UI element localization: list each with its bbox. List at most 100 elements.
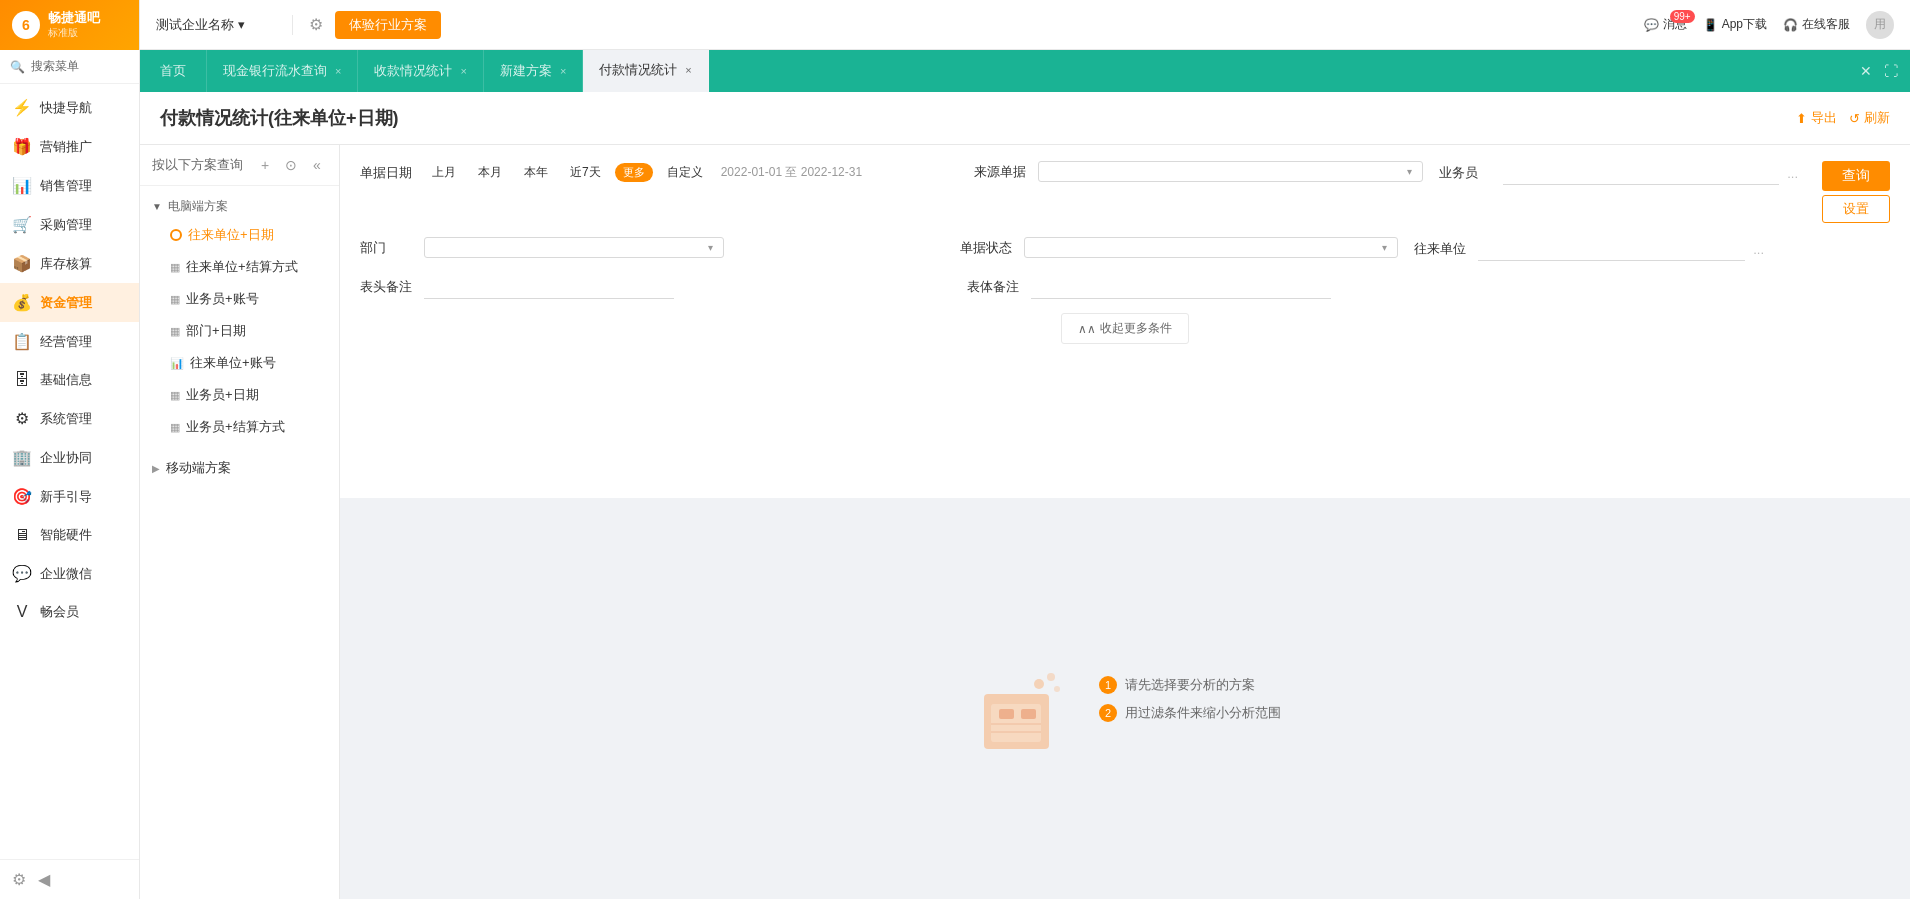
topbar-right: 💬 消息 99+ 📱 App下载 🎧 在线客服 用 — [1644, 11, 1894, 39]
company-selector[interactable]: 测试企业名称 ▾ — [156, 16, 276, 34]
partner-input[interactable] — [1478, 237, 1745, 261]
sidebar-item-xinshou[interactable]: 🎯新手引导 — [0, 477, 139, 516]
online-service-btn[interactable]: 🎧 在线客服 — [1783, 16, 1850, 33]
filter-row-1: 单据日期 上月 本月 本年 近7天 更多 自定义 2022-01-01 至 20… — [360, 161, 1890, 223]
scheme-header-icons: + ⊙ « — [255, 155, 327, 175]
tab-fullscreen-icon[interactable]: ⛶ — [1884, 63, 1898, 79]
scheme-item-lw-settle[interactable]: ▦ 往来单位+结算方式 — [140, 251, 339, 283]
scheme-panel: 按以下方案查询 + ⊙ « ▼ 电脑端方案 往来单位+日期 — [140, 145, 340, 899]
scheme-item-dept-date-icon: ▦ — [170, 325, 180, 338]
scheme-item-dept-date[interactable]: ▦ 部门+日期 — [140, 315, 339, 347]
logo-text-group: 畅捷通吧 标准版 — [48, 10, 100, 40]
scheme-collapse-btn[interactable]: « — [307, 155, 327, 175]
settings-footer-icon[interactable]: ⚙ — [12, 870, 26, 889]
empty-hint-1: 1 请先选择要分析的方案 — [1099, 676, 1281, 694]
sidebar-item-jingying[interactable]: 📋经营管理 — [0, 322, 139, 361]
page-content: 付款情况统计(往来单位+日期) ⬆ 导出 ↺ 刷新 按以下方案查询 — [140, 92, 1910, 899]
scheme-item-lw-acct[interactable]: 📊 往来单位+账号 — [140, 347, 339, 379]
mobile-scheme-section[interactable]: ▶ 移动端方案 — [140, 451, 339, 485]
dept-select[interactable]: ▾ — [424, 237, 724, 258]
scheme-item-dept-date-label: 部门+日期 — [186, 322, 246, 340]
query-btn[interactable]: 查询 — [1822, 161, 1890, 191]
sidebar-item-kucun[interactable]: 📦库存核算 — [0, 244, 139, 283]
right-panel: 单据日期 上月 本月 本年 近7天 更多 自定义 2022-01-01 至 20… — [340, 145, 1910, 899]
scheme-item-lw-date[interactable]: 往来单位+日期 — [140, 219, 339, 251]
filter-panel: 单据日期 上月 本月 本年 近7天 更多 自定义 2022-01-01 至 20… — [340, 145, 1910, 498]
topbar-divider — [292, 15, 293, 35]
user-avatar[interactable]: 用 — [1866, 11, 1894, 39]
date-opt-this-month[interactable]: 本月 — [470, 161, 510, 184]
sidebar-icon-jingying: 📋 — [12, 332, 32, 351]
date-opt-7days[interactable]: 近7天 — [562, 161, 609, 184]
page-header: 付款情况统计(往来单位+日期) ⬆ 导出 ↺ 刷新 — [140, 92, 1910, 145]
sidebar-item-kuaijie[interactable]: ⚡快捷导航 — [0, 88, 139, 127]
sidebar-icon-jichu: 🗄 — [12, 371, 32, 389]
body-note-input[interactable] — [1031, 275, 1331, 299]
date-opt-more[interactable]: 更多 — [615, 163, 653, 182]
sidebar-item-jichu[interactable]: 🗄 基础信息 — [0, 361, 139, 399]
source-doc-label: 来源单据 — [974, 163, 1030, 181]
tab-payment-stat-close[interactable]: × — [685, 64, 691, 76]
trial-btn[interactable]: 体验行业方案 — [335, 11, 441, 39]
sidebar-label-jichu: 基础信息 — [40, 371, 92, 389]
tab-home[interactable]: 首页 — [140, 50, 207, 92]
sidebar-item-chang[interactable]: V畅会员 — [0, 593, 139, 631]
sidebar-item-xitong[interactable]: ⚙系统管理 — [0, 399, 139, 438]
collapse-sidebar-icon[interactable]: ◀ — [38, 870, 50, 889]
export-btn[interactable]: ⬆ 导出 — [1796, 109, 1837, 127]
tab-receipts-close[interactable]: × — [460, 65, 466, 77]
header-note-input[interactable] — [424, 275, 674, 299]
tab-payment-stat[interactable]: 付款情况统计 × — [583, 50, 708, 92]
scheme-settings-btn[interactable]: ⊙ — [281, 155, 301, 175]
date-range-text: 2022-01-01 至 2022-12-31 — [721, 164, 862, 181]
sidebar-item-zhinen[interactable]: 🖥智能硬件 — [0, 516, 139, 554]
tab-close-all-icon[interactable]: ✕ — [1860, 63, 1872, 79]
source-doc-select[interactable]: ▾ — [1038, 161, 1423, 182]
scheme-item-staff-acct[interactable]: ▦ 业务员+账号 — [140, 283, 339, 315]
app-download-btn[interactable]: 📱 App下载 — [1703, 16, 1767, 33]
sidebar-label-zhinen: 智能硬件 — [40, 526, 92, 544]
sidebar-item-weixin[interactable]: 💬企业微信 — [0, 554, 139, 593]
tab-receipts-label: 收款情况统计 — [374, 62, 452, 80]
scheme-item-staff-settle[interactable]: ▦ 业务员+结算方式 — [140, 411, 339, 443]
scheme-item-staff-date-label: 业务员+日期 — [186, 386, 259, 404]
body-note-label: 表体备注 — [967, 278, 1023, 296]
salesman-label: 业务员 — [1439, 164, 1495, 182]
message-btn[interactable]: 💬 消息 99+ — [1644, 16, 1687, 33]
main-content: 测试企业名称 ▾ ⚙ 体验行业方案 💬 消息 99+ 📱 App下载 🎧 在线客… — [140, 0, 1910, 899]
date-opt-custom[interactable]: 自定义 — [659, 161, 711, 184]
sidebar-item-qiye[interactable]: 🏢企业协同 — [0, 438, 139, 477]
desktop-section-title[interactable]: ▼ 电脑端方案 — [140, 194, 339, 219]
scheme-item-staff-date-icon: ▦ — [170, 389, 180, 402]
salesman-dots[interactable]: ... — [1787, 166, 1798, 181]
tab-receipts[interactable]: 收款情况统计 × — [358, 50, 483, 92]
tab-home-label: 首页 — [160, 62, 186, 80]
date-opt-this-year[interactable]: 本年 — [516, 161, 556, 184]
salesman-input[interactable] — [1503, 161, 1779, 185]
scheme-item-lw-acct-icon: 📊 — [170, 357, 184, 370]
scheme-add-btn[interactable]: + — [255, 155, 275, 175]
collapse-btn[interactable]: ∧∧ 收起更多条件 — [1061, 313, 1189, 344]
header-note-label: 表头备注 — [360, 278, 416, 296]
partner-dots[interactable]: ... — [1753, 242, 1764, 257]
doc-status-select[interactable]: ▾ — [1024, 237, 1398, 258]
date-opt-last-month[interactable]: 上月 — [424, 161, 464, 184]
scheme-item-staff-date[interactable]: ▦ 业务员+日期 — [140, 379, 339, 411]
sidebar-label-chang: 畅会员 — [40, 603, 79, 621]
tab-new-scheme-label: 新建方案 — [500, 62, 552, 80]
sidebar-item-zijin[interactable]: 💰资金管理 — [0, 283, 139, 322]
sidebar-item-xiaoshou[interactable]: 📊销售管理 — [0, 166, 139, 205]
search-menu[interactable]: 🔍 搜索菜单 — [0, 50, 139, 84]
company-name: 测试企业名称 — [156, 16, 234, 34]
sidebar-item-yingxiao[interactable]: 🎁营销推广 — [0, 127, 139, 166]
settings-btn[interactable]: 设置 — [1822, 195, 1890, 223]
tab-new-scheme[interactable]: 新建方案 × — [484, 50, 583, 92]
refresh-btn[interactable]: ↺ 刷新 — [1849, 109, 1890, 127]
sidebar-icon-zijin: 💰 — [12, 293, 32, 312]
tab-cashflow-close[interactable]: × — [335, 65, 341, 77]
tab-new-scheme-close[interactable]: × — [560, 65, 566, 77]
doc-status-label: 单据状态 — [960, 239, 1016, 257]
sidebar-item-caigou[interactable]: 🛒采购管理 — [0, 205, 139, 244]
topbar-settings-icon[interactable]: ⚙ — [309, 15, 323, 34]
tab-cashflow[interactable]: 现金银行流水查询 × — [207, 50, 358, 92]
